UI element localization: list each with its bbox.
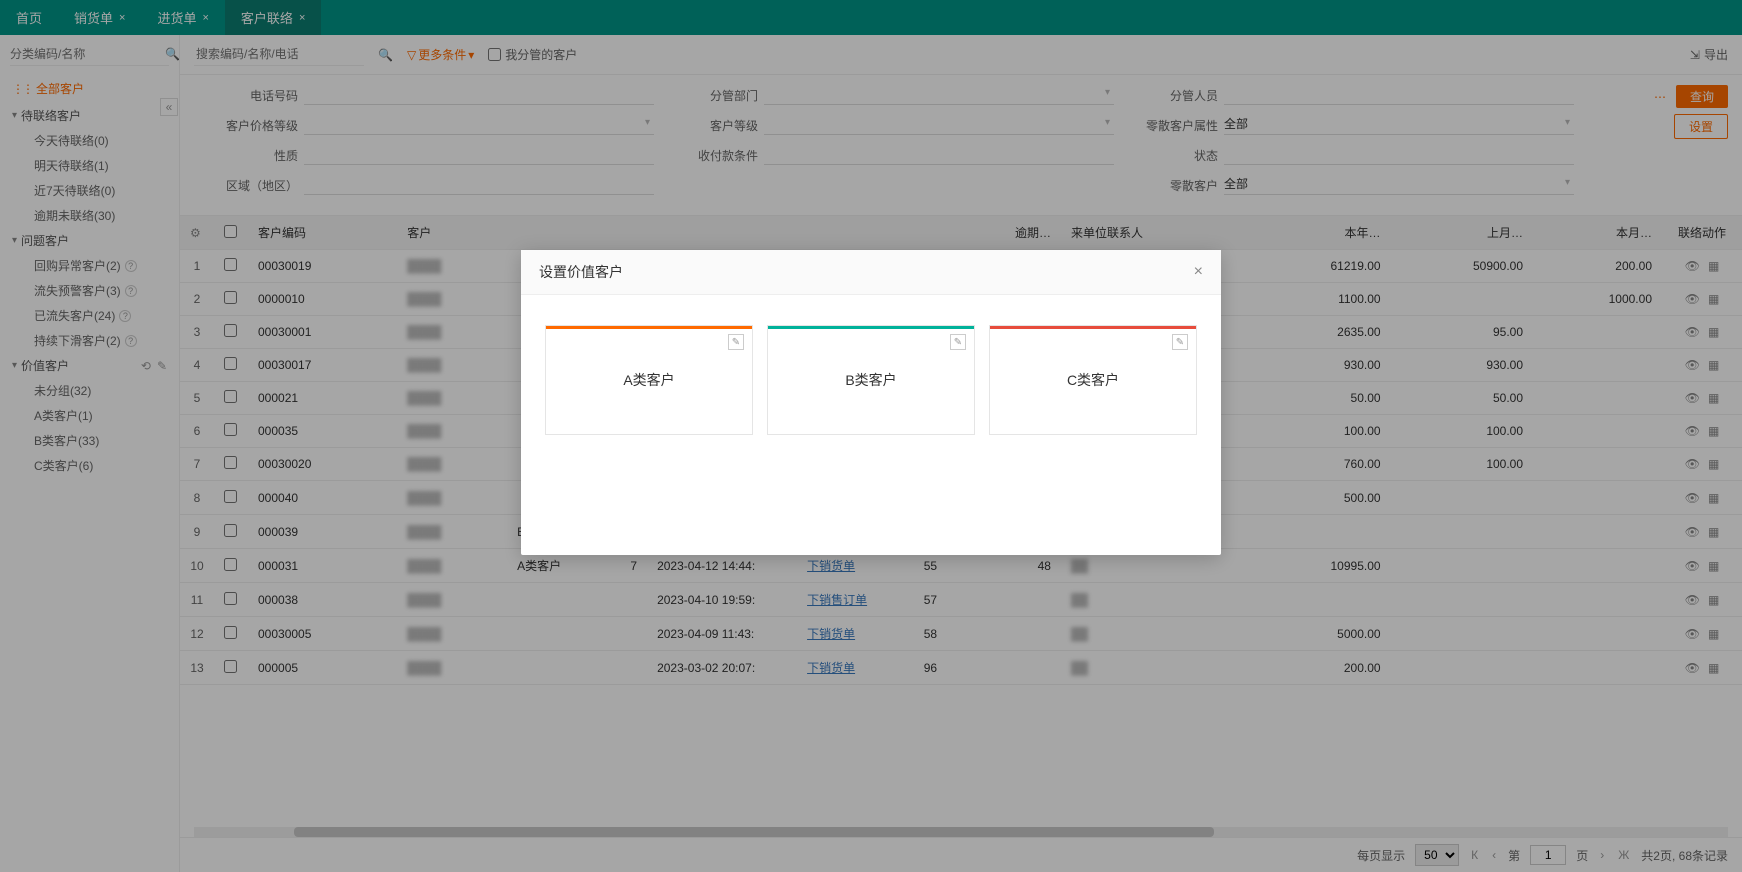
- edit-icon[interactable]: ✎: [950, 334, 966, 350]
- value-card[interactable]: ✎ A类客户: [545, 325, 753, 435]
- edit-icon[interactable]: ✎: [1172, 334, 1188, 350]
- modal-title: 设置价值客户: [539, 262, 1194, 282]
- card-label: B类客户: [845, 370, 896, 390]
- card-label: C类客户: [1067, 370, 1119, 390]
- value-card[interactable]: ✎ B类客户: [767, 325, 975, 435]
- value-card[interactable]: ✎ C类客户: [989, 325, 1197, 435]
- value-customer-modal: 设置价值客户 × ✎ A类客户 ✎ B类客户 ✎ C类客户: [521, 250, 1221, 555]
- card-label: A类客户: [623, 370, 674, 390]
- modal-overlay[interactable]: 设置价值客户 × ✎ A类客户 ✎ B类客户 ✎ C类客户: [0, 0, 1742, 872]
- modal-close-button[interactable]: ×: [1194, 263, 1203, 281]
- edit-icon[interactable]: ✎: [728, 334, 744, 350]
